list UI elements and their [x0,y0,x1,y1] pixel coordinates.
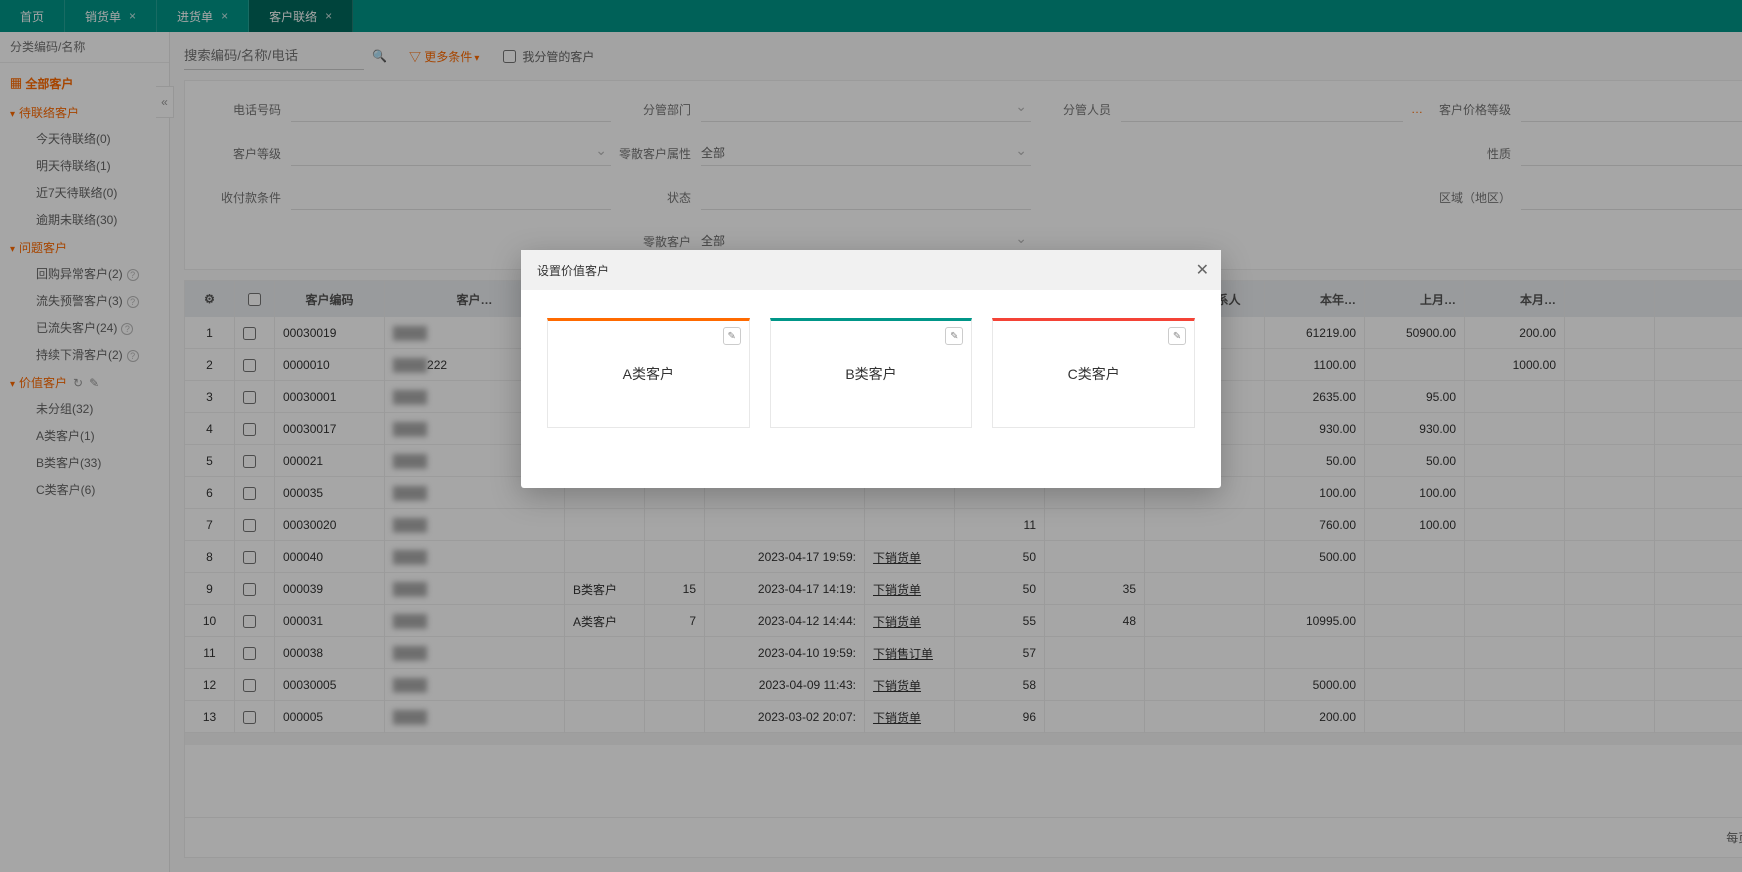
value-card-c[interactable]: ✎ C类客户 [992,318,1195,428]
edit-icon[interactable]: ✎ [723,327,741,345]
value-card-label: B类客户 [845,364,896,384]
value-card-a[interactable]: ✎ A类客户 [547,318,750,428]
modal-overlay[interactable]: 设置价值客户 ✕ ✎ A类客户 ✎ B类客户 ✎ C类客户 [0,0,1742,872]
value-card-b[interactable]: ✎ B类客户 [770,318,973,428]
value-card-label: A类客户 [623,364,674,384]
value-card-label: C类客户 [1068,364,1120,384]
value-customer-modal: 设置价值客户 ✕ ✎ A类客户 ✎ B类客户 ✎ C类客户 [521,250,1221,488]
close-icon[interactable]: ✕ [1196,260,1209,280]
edit-icon[interactable]: ✎ [945,327,963,345]
edit-icon[interactable]: ✎ [1168,327,1186,345]
modal-title: 设置价值客户 [537,262,609,279]
